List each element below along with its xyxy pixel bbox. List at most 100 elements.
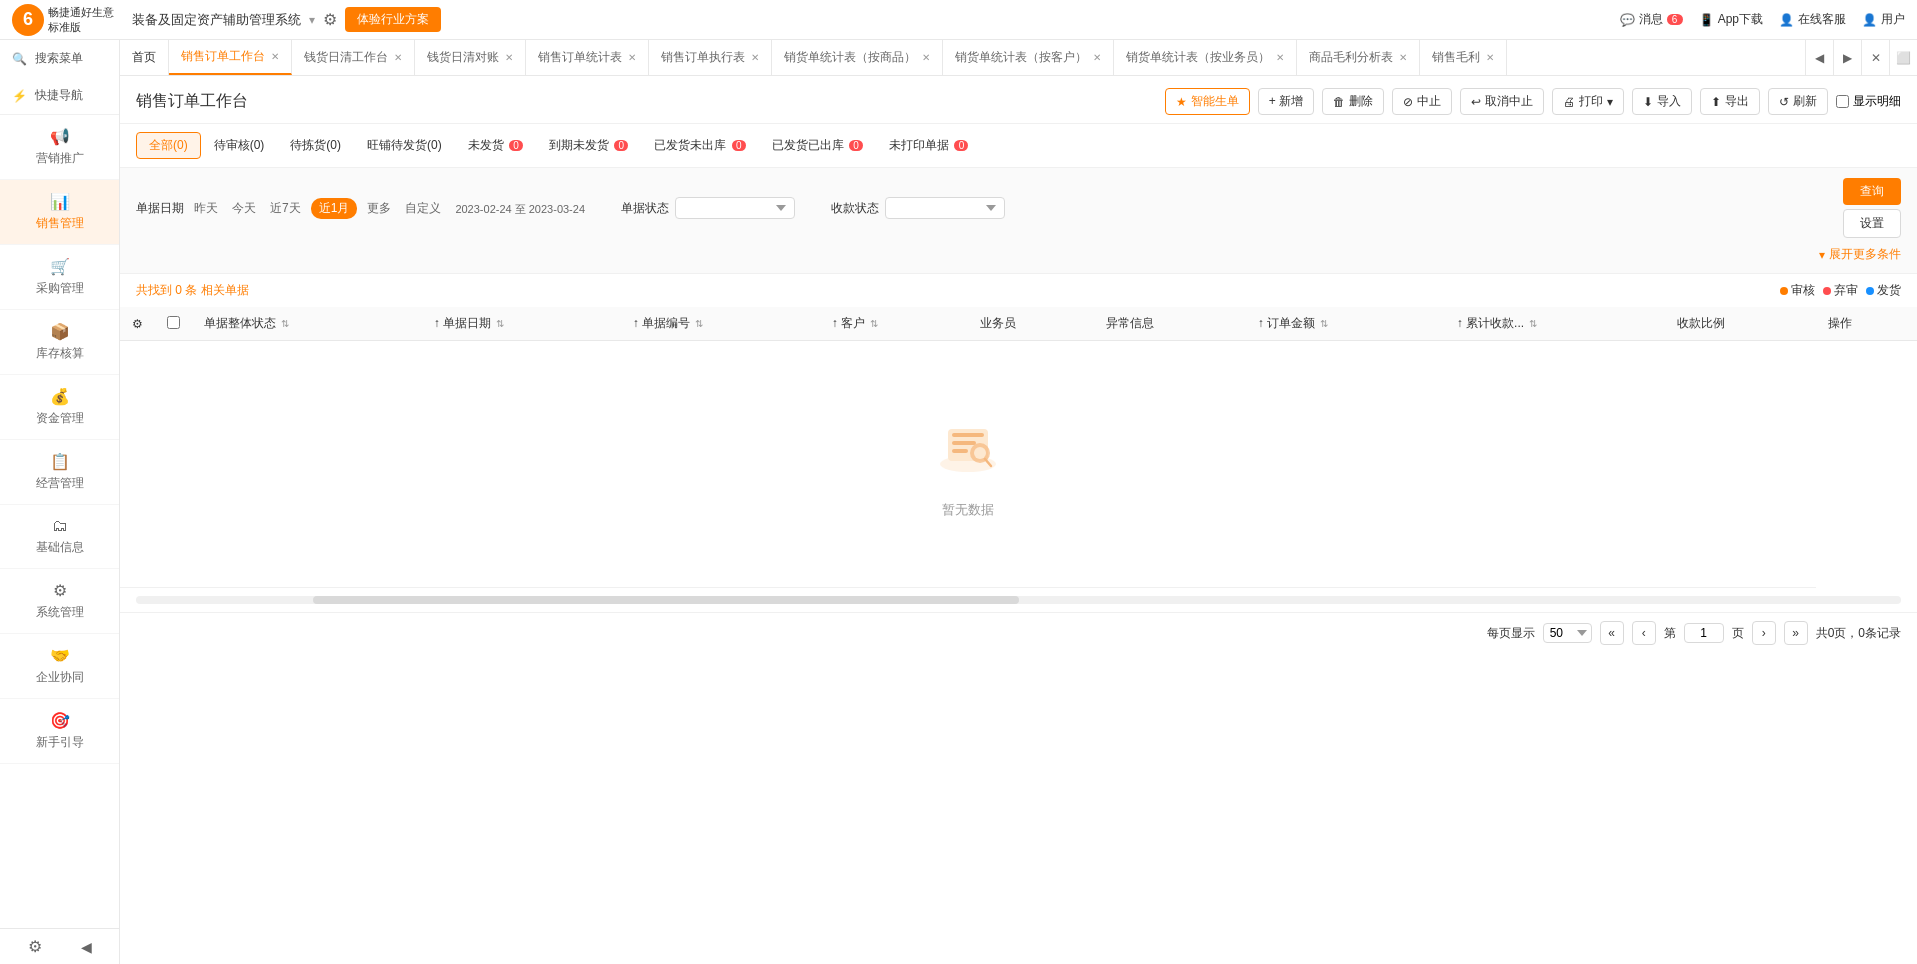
tab-close-sales-exec[interactable]: ✕: [751, 52, 759, 63]
quick-nav[interactable]: ⚡ 快捷导航: [0, 77, 119, 114]
status-select[interactable]: [675, 197, 795, 219]
page-size-select[interactable]: 50 10 20 100: [1543, 623, 1592, 643]
refresh-button[interactable]: ↺ 刷新: [1768, 88, 1828, 115]
sidebar-collapse-icon[interactable]: ◀: [81, 939, 92, 955]
search-menu[interactable]: 🔍 搜索菜单: [0, 40, 119, 77]
tab-close-sales-workbench[interactable]: ✕: [271, 51, 279, 62]
ship-action-button[interactable]: 发货: [1866, 282, 1901, 299]
page-first-button[interactable]: «: [1600, 621, 1624, 645]
sidebar-item-purchase[interactable]: 🛒 采购管理: [0, 245, 119, 310]
show-detail-checkbox[interactable]: [1836, 95, 1849, 108]
tab-cash-reconcile[interactable]: 钱货日清对账 ✕: [415, 40, 526, 75]
tab-sales-customer-stat[interactable]: 销货单统计表（按客户） ✕: [943, 40, 1114, 75]
table-header-salesperson[interactable]: 业务员: [968, 307, 1094, 341]
page-next-button[interactable]: ›: [1752, 621, 1776, 645]
sidebar-item-system[interactable]: ⚙ 系统管理: [0, 569, 119, 634]
tab-sales-goods-stat[interactable]: 销货单统计表（按商品） ✕: [772, 40, 943, 75]
sidebar-item-management[interactable]: 📋 经营管理: [0, 440, 119, 505]
table-header-operation[interactable]: 操作: [1816, 307, 1917, 341]
setting-button[interactable]: 设置: [1843, 209, 1901, 238]
tab-close-gross-profit[interactable]: ✕: [1399, 52, 1407, 63]
date-custom[interactable]: 自定义: [401, 198, 445, 219]
tab-sales-workbench[interactable]: 销售订单工作台 ✕: [169, 40, 292, 75]
sidebar-item-finance[interactable]: 💰 资金管理: [0, 375, 119, 440]
table-header-status[interactable]: 单据整体状态 ⇅: [192, 307, 422, 341]
settings-icon[interactable]: ⚙: [323, 10, 337, 29]
tab-cash-daily[interactable]: 钱货日清工作台 ✕: [292, 40, 415, 75]
tab-sales-stat[interactable]: 销售订单统计表 ✕: [526, 40, 649, 75]
filter-tab-not-shipped[interactable]: 未发货 0: [455, 132, 536, 159]
tab-close-sales-stat[interactable]: ✕: [628, 52, 636, 63]
sidebar-item-enterprise[interactable]: 🤝 企业协同: [0, 634, 119, 699]
filter-tab-pending-audit[interactable]: 待审核(0): [201, 132, 278, 159]
cancel-stop-button[interactable]: ↩ 取消中止: [1460, 88, 1544, 115]
stop-button[interactable]: ⊘ 中止: [1392, 88, 1452, 115]
export-button[interactable]: ⬆ 导出: [1700, 88, 1760, 115]
filter-tab-shipped-not-out[interactable]: 已发货未出库 0: [641, 132, 758, 159]
tab-sales-staff-stat[interactable]: 销货单统计表（按业务员） ✕: [1114, 40, 1297, 75]
tab-sales-exec[interactable]: 销售订单执行表 ✕: [649, 40, 772, 75]
tab-close-sales-staff-stat[interactable]: ✕: [1276, 52, 1284, 63]
page-prev-button[interactable]: ‹: [1632, 621, 1656, 645]
tab-close-all[interactable]: ✕: [1861, 40, 1889, 76]
table-header-cumulative[interactable]: ↑ 累计收款... ⇅: [1445, 307, 1665, 341]
sidebar-settings-icon[interactable]: ⚙: [28, 937, 42, 956]
online-service-button[interactable]: 👤 在线客服: [1779, 11, 1846, 28]
sidebar-item-marketing[interactable]: 📢 营销推广: [0, 115, 119, 180]
tab-close-sales-customer-stat[interactable]: ✕: [1093, 52, 1101, 63]
table-header-date[interactable]: ↑ 单据日期 ⇅: [422, 307, 621, 341]
import-button[interactable]: ⬇ 导入: [1632, 88, 1692, 115]
table-header-number[interactable]: ↑ 单据编号 ⇅: [621, 307, 820, 341]
select-all-checkbox[interactable]: [167, 316, 180, 329]
date-1month[interactable]: 近1月: [311, 198, 358, 219]
table-header-settings[interactable]: ⚙: [120, 307, 155, 341]
show-detail-label[interactable]: 显示明细: [1836, 93, 1901, 110]
tab-scroll-left[interactable]: ◀: [1805, 40, 1833, 76]
sidebar-item-sales[interactable]: 📊 销售管理: [0, 180, 119, 245]
tab-home[interactable]: 首页: [120, 40, 169, 75]
date-7days[interactable]: 近7天: [266, 198, 305, 219]
cancel-audit-action-button[interactable]: 弃审: [1823, 282, 1858, 299]
table-header-abnormal[interactable]: 异常信息: [1094, 307, 1245, 341]
user-button[interactable]: 👤 用户: [1862, 11, 1905, 28]
tab-close-sales-gross[interactable]: ✕: [1486, 52, 1494, 63]
add-button[interactable]: + 新增: [1258, 88, 1314, 115]
filter-tab-not-printed[interactable]: 未打印单据 0: [876, 132, 981, 159]
sidebar-item-basic[interactable]: 🗂 基础信息: [0, 505, 119, 569]
filter-tab-wangpu-ship[interactable]: 旺铺待发货(0): [354, 132, 455, 159]
horizontal-scrollbar[interactable]: [136, 596, 1901, 604]
audit-action-button[interactable]: 审核: [1780, 282, 1815, 299]
experience-button[interactable]: 体验行业方案: [345, 7, 441, 32]
print-button[interactable]: 🖨 打印 ▾: [1552, 88, 1624, 115]
filter-tab-overdue-not-shipped[interactable]: 到期未发货 0: [536, 132, 641, 159]
page-last-button[interactable]: »: [1784, 621, 1808, 645]
system-dropdown-icon[interactable]: ▾: [309, 13, 315, 27]
query-button[interactable]: 查询: [1843, 178, 1901, 205]
tab-sales-gross[interactable]: 销售毛利 ✕: [1420, 40, 1507, 75]
page-number-input[interactable]: [1684, 623, 1724, 643]
date-yesterday[interactable]: 昨天: [190, 198, 222, 219]
scrollbar-thumb[interactable]: [313, 596, 1019, 604]
delete-button[interactable]: 🗑 删除: [1322, 88, 1384, 115]
smart-create-button[interactable]: ★ 智能生单: [1165, 88, 1250, 115]
table-header-customer[interactable]: ↑ 客户 ⇅: [820, 307, 969, 341]
app-download-button[interactable]: 📱 App下载: [1699, 11, 1763, 28]
message-button[interactable]: 💬 消息 6: [1620, 11, 1683, 28]
payment-select[interactable]: [885, 197, 1005, 219]
tab-close-cash-reconcile[interactable]: ✕: [505, 52, 513, 63]
filter-tab-all[interactable]: 全部(0): [136, 132, 201, 159]
sidebar-item-guide[interactable]: 🎯 新手引导: [0, 699, 119, 764]
tab-restore[interactable]: ⬜: [1889, 40, 1917, 76]
tab-gross-profit[interactable]: 商品毛利分析表 ✕: [1297, 40, 1420, 75]
tab-close-cash-daily[interactable]: ✕: [394, 52, 402, 63]
table-header-amount[interactable]: ↑ 订单金额 ⇅: [1246, 307, 1445, 341]
table-header-ratio[interactable]: 收款比例: [1665, 307, 1816, 341]
date-today[interactable]: 今天: [228, 198, 260, 219]
tab-close-sales-goods-stat[interactable]: ✕: [922, 52, 930, 63]
filter-tab-pending-pick[interactable]: 待拣货(0): [277, 132, 354, 159]
table-header-checkbox[interactable]: [155, 307, 192, 341]
date-more[interactable]: 更多: [363, 198, 395, 219]
sidebar-item-inventory[interactable]: 📦 库存核算: [0, 310, 119, 375]
filter-tab-shipped-out[interactable]: 已发货已出库 0: [759, 132, 876, 159]
expand-filter-button[interactable]: ▾ 展开更多条件: [1819, 246, 1901, 263]
